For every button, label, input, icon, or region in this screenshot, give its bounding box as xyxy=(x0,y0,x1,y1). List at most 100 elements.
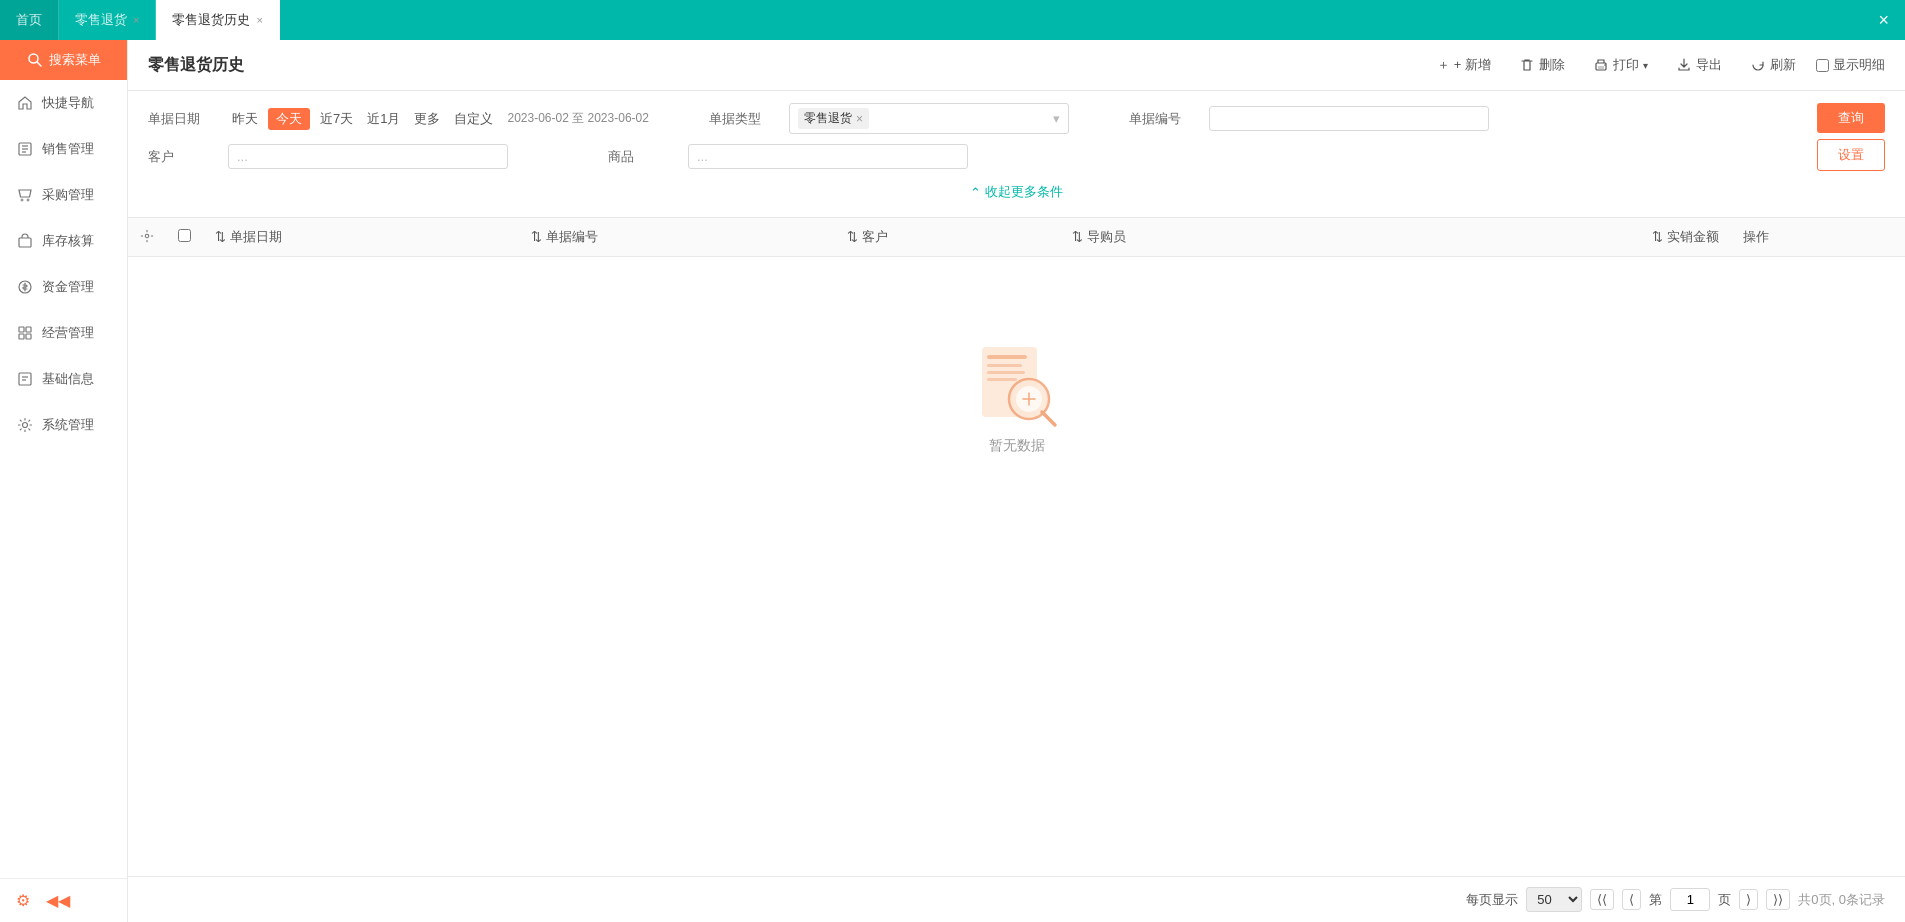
svg-point-21 xyxy=(145,234,149,238)
th-customer[interactable]: ⇅ 客户 xyxy=(835,218,1060,257)
date-btn-today[interactable]: 今天 xyxy=(268,108,310,130)
svg-rect-13 xyxy=(26,334,31,339)
svg-line-29 xyxy=(1042,412,1055,425)
pagination: 每页显示 10 20 50 100 ⟨⟨ ⟨ 第 页 ⟩ ⟩⟩ 共0页, 0条记… xyxy=(128,876,1905,922)
sidebar-item-inventory-label: 库存核算 xyxy=(42,232,94,250)
th-actual-amount[interactable]: ⇅ 实销金额 xyxy=(1415,218,1731,257)
date-btn-custom[interactable]: 自定义 xyxy=(450,108,497,130)
th-checkbox[interactable] xyxy=(166,218,203,257)
sidebar-item-sys-mgmt-label: 系统管理 xyxy=(42,416,94,434)
svg-rect-8 xyxy=(19,238,31,247)
table-container: ⇅ 单据日期 ⇅ 单据编号 ⇅ 客户 ⇅ 导购员 ⇅ xyxy=(128,218,1905,876)
sidebar-search-label: 搜索菜单 xyxy=(49,51,101,69)
show-detail-checkbox[interactable] xyxy=(1816,59,1829,72)
settings-icon-btn[interactable]: ⚙ xyxy=(16,891,30,910)
sidebar-item-operations-label: 经营管理 xyxy=(42,324,94,342)
delete-button[interactable]: 删除 xyxy=(1511,52,1573,78)
last-page-btn[interactable]: ⟩⟩ xyxy=(1766,889,1790,910)
query-button[interactable]: 查询 xyxy=(1817,103,1885,133)
th-spacer xyxy=(1331,218,1415,257)
goods-input[interactable]: ... xyxy=(688,144,968,169)
svg-rect-11 xyxy=(26,327,31,332)
tab-retail-return-close[interactable]: × xyxy=(133,14,139,26)
doc-no-input[interactable] xyxy=(1209,106,1489,131)
sidebar-item-sales-mgmt[interactable]: 销售管理 xyxy=(0,126,127,172)
sidebar-item-finance-label: 资金管理 xyxy=(42,278,94,296)
empty-state: 暂无数据 xyxy=(128,257,1905,535)
filter-area: 单据日期 昨天 今天 近7天 近1月 更多 自定义 2023-06-02 至 2… xyxy=(128,91,1905,218)
doc-type-filter-label: 单据类型 xyxy=(709,110,769,128)
per-page-select[interactable]: 10 20 50 100 xyxy=(1526,887,1582,912)
date-btn-7days[interactable]: 近7天 xyxy=(316,108,357,130)
print-icon xyxy=(1593,57,1609,73)
tab-retail-return[interactable]: 零售退货 × xyxy=(59,0,156,40)
tab-retail-return-history-close[interactable]: × xyxy=(256,14,262,26)
data-table: ⇅ 单据日期 ⇅ 单据编号 ⇅ 客户 ⇅ 导购员 ⇅ xyxy=(128,218,1905,535)
sidebar-item-purchase-mgmt[interactable]: 采购管理 xyxy=(0,172,127,218)
set-button[interactable]: 设置 xyxy=(1817,139,1885,171)
export-icon xyxy=(1676,57,1692,73)
sidebar-item-operations[interactable]: 经营管理 xyxy=(0,310,127,356)
svg-point-17 xyxy=(23,423,28,428)
th-guide[interactable]: ⇅ 导购员 xyxy=(1060,218,1331,257)
inventory-icon xyxy=(16,232,34,250)
page-label: 第 xyxy=(1649,891,1662,909)
operations-icon xyxy=(16,324,34,342)
date-btn-yesterday[interactable]: 昨天 xyxy=(228,108,262,130)
doc-type-select[interactable]: 零售退货 × ▾ xyxy=(789,103,1069,134)
audio-icon-btn[interactable]: ◀◀ xyxy=(46,891,70,910)
finance-icon xyxy=(16,278,34,296)
sidebar-search[interactable]: 搜索菜单 xyxy=(0,40,127,80)
next-page-btn[interactable]: ⟩ xyxy=(1739,889,1758,910)
sidebar-item-finance[interactable]: 资金管理 xyxy=(0,264,127,310)
svg-rect-26 xyxy=(987,378,1017,381)
doc-type-tag-close[interactable]: × xyxy=(856,112,863,126)
date-filter-label: 单据日期 xyxy=(148,110,208,128)
goods-filter-label: 商品 xyxy=(608,148,668,166)
window-close-button[interactable]: × xyxy=(1862,10,1905,31)
customer-input[interactable]: ... xyxy=(228,144,508,169)
table-header-row: ⇅ 单据日期 ⇅ 单据编号 ⇅ 客户 ⇅ 导购员 ⇅ xyxy=(128,218,1905,257)
svg-rect-23 xyxy=(987,355,1027,359)
date-btn-1month[interactable]: 近1月 xyxy=(363,108,404,130)
sidebar-item-inventory[interactable]: 库存核算 xyxy=(0,218,127,264)
content-area: 零售退货历史 ＋ + 新增 删除 xyxy=(128,40,1905,922)
purchase-icon xyxy=(16,186,34,204)
th-actual-amount-label: ⇅ 实销金额 xyxy=(1652,229,1719,244)
svg-rect-12 xyxy=(19,334,24,339)
tab-retail-return-history[interactable]: 零售退货历史 × xyxy=(156,0,279,40)
page-input[interactable] xyxy=(1670,888,1710,911)
select-all-checkbox[interactable] xyxy=(178,229,191,242)
sidebar-item-quick-nav-label: 快捷导航 xyxy=(42,94,94,112)
print-button[interactable]: 打印 ▾ xyxy=(1585,52,1656,78)
sidebar-bottom: ⚙ ◀◀ xyxy=(0,878,127,922)
th-date[interactable]: ⇅ 单据日期 xyxy=(203,218,519,257)
delete-icon xyxy=(1519,57,1535,73)
doc-no-filter-label: 单据编号 xyxy=(1129,110,1189,128)
th-date-label: ⇅ 单据日期 xyxy=(215,229,282,244)
th-doc-no[interactable]: ⇅ 单据编号 xyxy=(519,218,835,257)
svg-rect-10 xyxy=(19,327,24,332)
sidebar: 搜索菜单 快捷导航 销售管理 xyxy=(0,40,128,922)
svg-point-20 xyxy=(1604,64,1606,66)
th-settings[interactable] xyxy=(128,218,166,257)
collapse-label: 收起更多条件 xyxy=(985,183,1063,201)
empty-illustration xyxy=(967,337,1067,437)
show-detail-checkbox-label[interactable]: 显示明细 xyxy=(1816,56,1885,74)
tab-home[interactable]: 首页 xyxy=(0,0,59,40)
summary: 共0页, 0条记录 xyxy=(1798,891,1885,909)
date-btn-more[interactable]: 更多 xyxy=(410,108,444,130)
svg-point-6 xyxy=(21,199,23,201)
filter-row-1: 单据日期 昨天 今天 近7天 近1月 更多 自定义 2023-06-02 至 2… xyxy=(148,103,1885,134)
sidebar-item-basic-info[interactable]: 基础信息 xyxy=(0,356,127,402)
export-button[interactable]: 导出 xyxy=(1668,52,1730,78)
first-page-btn[interactable]: ⟨⟨ xyxy=(1590,889,1614,910)
sidebar-item-quick-nav[interactable]: 快捷导航 xyxy=(0,80,127,126)
collapse-filter-button[interactable]: ⌃ 收起更多条件 xyxy=(958,179,1075,205)
add-button[interactable]: ＋ + 新增 xyxy=(1429,52,1499,78)
doc-type-tag-value: 零售退货 xyxy=(804,110,852,127)
prev-page-btn[interactable]: ⟨ xyxy=(1622,889,1641,910)
sidebar-item-sys-mgmt[interactable]: 系统管理 xyxy=(0,402,127,448)
refresh-button[interactable]: 刷新 xyxy=(1742,52,1804,78)
tab-home-label: 首页 xyxy=(16,11,42,29)
